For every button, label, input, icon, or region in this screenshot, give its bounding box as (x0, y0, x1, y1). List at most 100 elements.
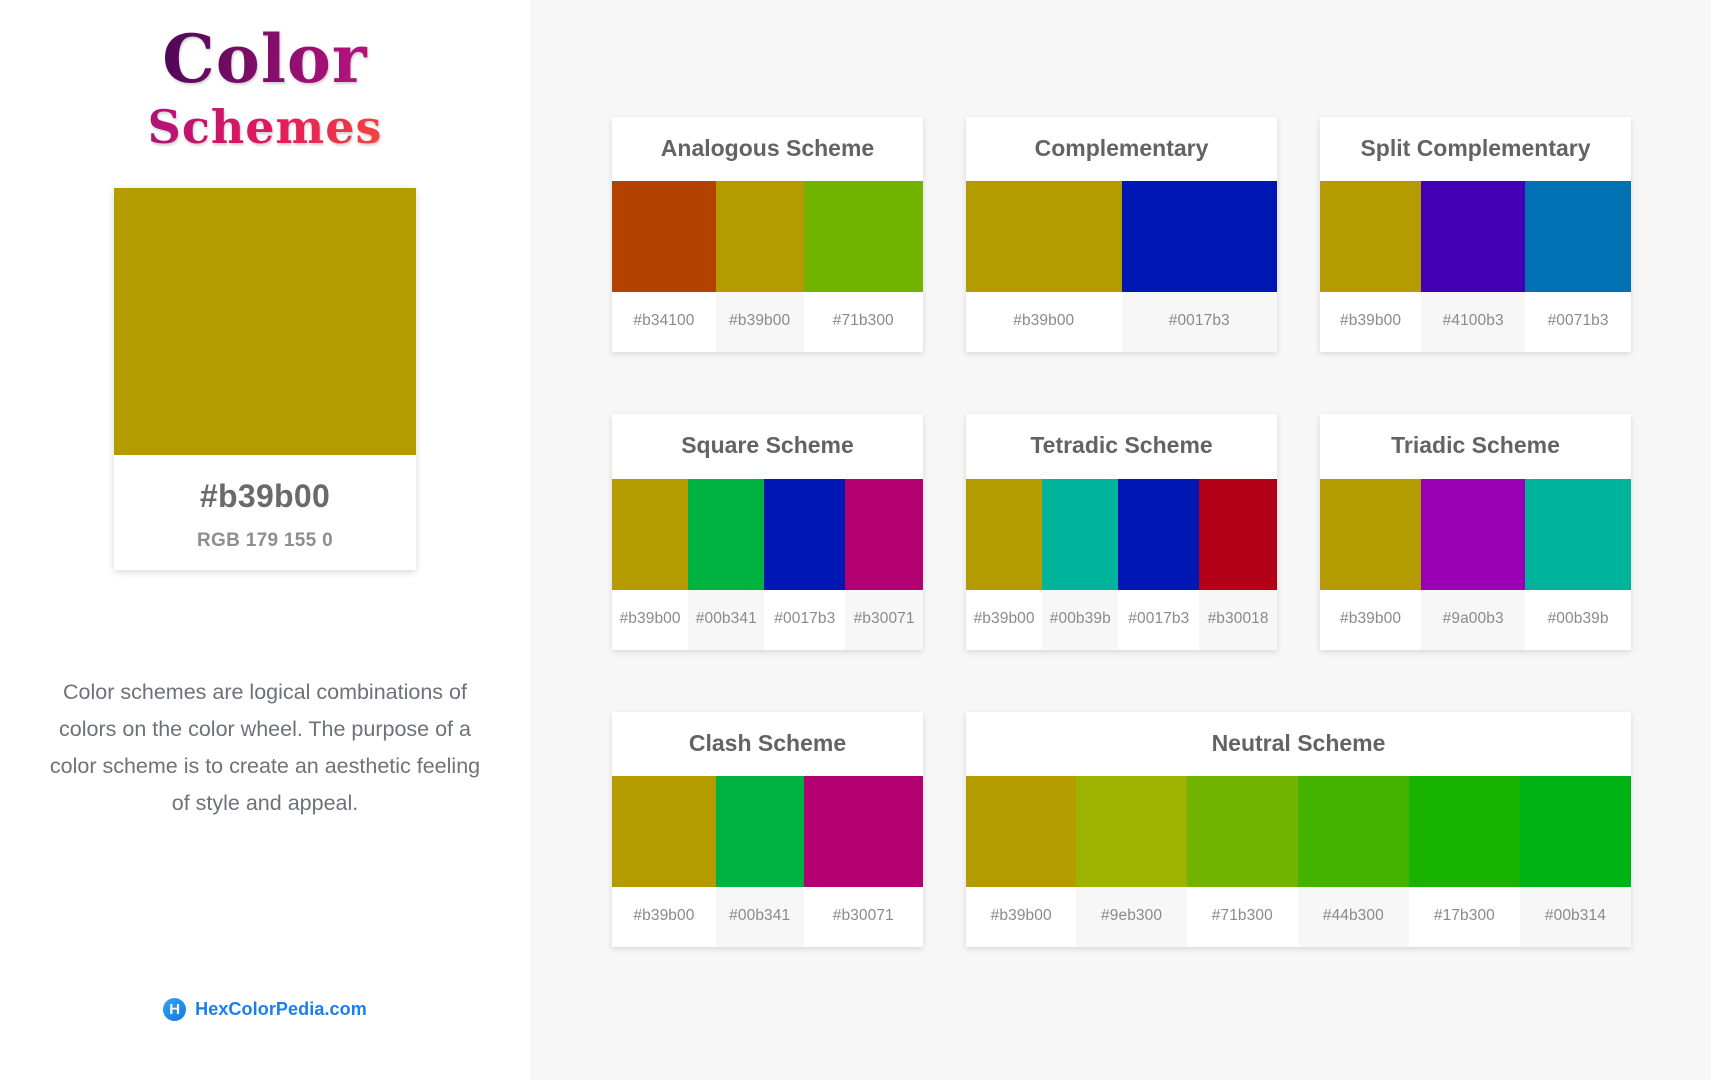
scheme-color-swatch[interactable] (1408, 775, 1520, 887)
scheme-color-swatch[interactable] (612, 775, 716, 887)
brand-logo-line-color: Color (0, 26, 530, 92)
scheme-swatch-strip (1320, 181, 1631, 293)
brand-logo: Color Schemes (0, 0, 530, 150)
scheme-color-hex-label[interactable]: #4100b3 (1421, 292, 1526, 353)
scheme-card-neutral-scheme: Neutral Scheme #b39b00 #9eb300 #71b300 #44b3… (966, 711, 1631, 947)
scheme-color-hex-label[interactable]: #b34100 (612, 292, 716, 352)
scheme-card-title: Neutral Scheme (1211, 729, 1386, 756)
scheme-color-hex-label[interactable]: #00b341 (688, 589, 765, 650)
scheme-color-swatch[interactable] (966, 478, 1043, 590)
scheme-color-hex-label[interactable]: #00b341 (715, 886, 804, 947)
scheme-card-row: Square Scheme #b39b00 #00b341 #0017b3 #b3007… (612, 414, 1632, 650)
scheme-cards-area: Analogous Scheme #b34100 #b39b00 #71b300 Com… (612, 117, 1632, 1009)
color-schemes-page: Color Schemes #b39b00 RGB 179 155 0 Colo… (0, 0, 1711, 1080)
scheme-color-hex-label[interactable]: #b39b00 (1320, 292, 1421, 352)
scheme-swatch-strip (966, 181, 1277, 293)
scheme-color-hex-label[interactable]: #0017b3 (1118, 590, 1199, 650)
scheme-card-triadic-scheme: Triadic Scheme #b39b00 #9a00b3 #00b39b (1320, 414, 1631, 650)
scheme-color-swatch[interactable] (845, 478, 923, 590)
scheme-card-clash-scheme: Clash Scheme #b39b00 #00b341 #b30071 (612, 711, 923, 947)
scheme-color-swatch[interactable] (1525, 478, 1631, 590)
scheme-color-hex-label[interactable]: #00b39b (1042, 589, 1119, 650)
scheme-color-hex-label[interactable]: #b39b00 (612, 887, 716, 947)
scheme-color-hex-label[interactable]: #b30018 (1199, 589, 1277, 650)
scheme-color-swatch[interactable] (688, 478, 765, 590)
scheme-card-tetradic-scheme: Tetradic Scheme #b39b00 #00b39b #0017b3 #b30… (966, 414, 1277, 650)
scheme-swatch-strip (1320, 478, 1631, 590)
scheme-color-hex-label[interactable]: #9a00b3 (1421, 589, 1526, 650)
scheme-color-swatch[interactable] (1118, 478, 1200, 590)
scheme-card-analogous-scheme: Analogous Scheme #b34100 #b39b00 #71b300 (612, 117, 923, 353)
main-color-rgb-label: RGB 179 155 0 (197, 530, 333, 551)
scheme-color-hex-label[interactable]: #17b300 (1409, 887, 1520, 947)
hexcolorpedia-site-link[interactable]: HexColorPedia.com (195, 999, 367, 1020)
scheme-color-hex-label[interactable]: #0017b3 (764, 590, 845, 650)
scheme-color-hex-label[interactable]: #71b300 (1187, 887, 1298, 947)
scheme-color-swatch[interactable] (966, 181, 1122, 293)
scheme-hex-strip: #b39b00 #4100b3 #0071b3 (1320, 292, 1631, 353)
scheme-card-title: Tetradic Scheme (1030, 432, 1213, 459)
scheme-color-hex-label[interactable]: #b39b00 (966, 590, 1042, 650)
scheme-color-hex-label[interactable]: #0017b3 (1121, 292, 1277, 353)
scheme-color-swatch[interactable] (1199, 478, 1277, 590)
scheme-color-hex-label[interactable]: #71b300 (804, 292, 923, 352)
scheme-color-hex-label[interactable]: #b39b00 (966, 292, 1122, 352)
scheme-swatch-strip (612, 478, 923, 590)
scheme-color-swatch[interactable] (715, 181, 804, 293)
scheme-color-hex-label[interactable]: #44b300 (1297, 886, 1409, 947)
scheme-color-swatch[interactable] (966, 775, 1077, 887)
scheme-color-hex-label[interactable]: #b30071 (804, 887, 923, 947)
scheme-hex-strip: #b39b00 #00b341 #b30071 (612, 886, 923, 947)
scheme-swatch-strip (966, 775, 1631, 887)
scheme-description-text: Color schemes are logical combinations o… (49, 680, 481, 815)
scheme-color-hex-label[interactable]: #b39b00 (715, 292, 804, 353)
scheme-color-hex-label[interactable]: #b39b00 (612, 590, 688, 650)
scheme-color-swatch[interactable] (1186, 775, 1298, 887)
scheme-color-swatch[interactable] (764, 478, 846, 590)
site-footer[interactable]: H HexColorPedia.com (0, 998, 530, 1021)
scheme-swatch-strip (612, 181, 923, 293)
scheme-swatch-strip (966, 478, 1277, 590)
scheme-color-hex-label[interactable]: #00b314 (1519, 886, 1631, 947)
scheme-color-swatch[interactable] (1421, 181, 1526, 293)
main-color-swatch[interactable] (114, 188, 416, 455)
hexcolorpedia-logo-icon: H (163, 998, 187, 1021)
scheme-color-swatch[interactable] (1042, 478, 1119, 590)
scheme-color-swatch[interactable] (1519, 775, 1631, 887)
scheme-color-hex-label[interactable]: #b30071 (845, 589, 923, 650)
scheme-card-row: Clash Scheme #b39b00 #00b341 #b30071 Neutral… (612, 711, 1632, 947)
scheme-color-swatch[interactable] (803, 775, 923, 887)
scheme-color-swatch[interactable] (1421, 478, 1526, 590)
scheme-color-swatch[interactable] (803, 181, 923, 293)
scheme-hex-strip: #b34100 #b39b00 #71b300 (612, 292, 923, 353)
scheme-color-hex-label[interactable]: #9eb300 (1076, 886, 1187, 947)
brand-logo-line-schemes: Schemes (0, 104, 530, 150)
scheme-color-swatch[interactable] (1297, 775, 1409, 887)
scheme-card-row: Analogous Scheme #b34100 #b39b00 #71b300 Com… (612, 117, 1632, 353)
scheme-hex-strip: #b39b00 #0017b3 (966, 292, 1277, 353)
scheme-color-swatch[interactable] (715, 775, 804, 887)
scheme-card-title: Analogous Scheme (660, 135, 875, 161)
scheme-card-complementary: Complementary #b39b00 #0017b3 (966, 117, 1277, 353)
scheme-color-swatch[interactable] (1320, 478, 1422, 590)
scheme-card-title: Triadic Scheme (1391, 432, 1560, 459)
scheme-color-swatch[interactable] (1121, 181, 1277, 293)
scheme-color-swatch[interactable] (612, 478, 689, 590)
scheme-card-square-scheme: Square Scheme #b39b00 #00b341 #0017b3 #b3007… (612, 414, 923, 650)
left-panel: Color Schemes #b39b00 RGB 179 155 0 Colo… (0, 0, 530, 1080)
scheme-color-hex-label[interactable]: #00b39b (1525, 590, 1631, 650)
scheme-color-hex-label[interactable]: #0071b3 (1525, 292, 1631, 352)
scheme-color-hex-label[interactable]: #b39b00 (1320, 590, 1421, 650)
scheme-hex-strip: #b39b00 #9a00b3 #00b39b (1320, 589, 1631, 650)
right-panel: Analogous Scheme #b34100 #b39b00 #71b300 Com… (530, 0, 1711, 1080)
scheme-card-split-complementary: Split Complementary #b39b00 #4100b3 #0071b3 (1320, 117, 1631, 353)
scheme-hex-strip: #b39b00 #00b341 #0017b3 #b30071 (612, 589, 923, 650)
scheme-color-swatch[interactable] (1076, 775, 1187, 887)
scheme-color-hex-label[interactable]: #b39b00 (966, 887, 1076, 947)
scheme-card-title: Split Complementary (1360, 135, 1591, 161)
scheme-color-swatch[interactable] (1525, 181, 1631, 293)
scheme-color-swatch[interactable] (1320, 181, 1422, 293)
scheme-color-swatch[interactable] (612, 181, 716, 293)
scheme-hex-strip: #b39b00 #00b39b #0017b3 #b30018 (966, 589, 1277, 650)
scheme-card-title: Square Scheme (681, 432, 854, 459)
